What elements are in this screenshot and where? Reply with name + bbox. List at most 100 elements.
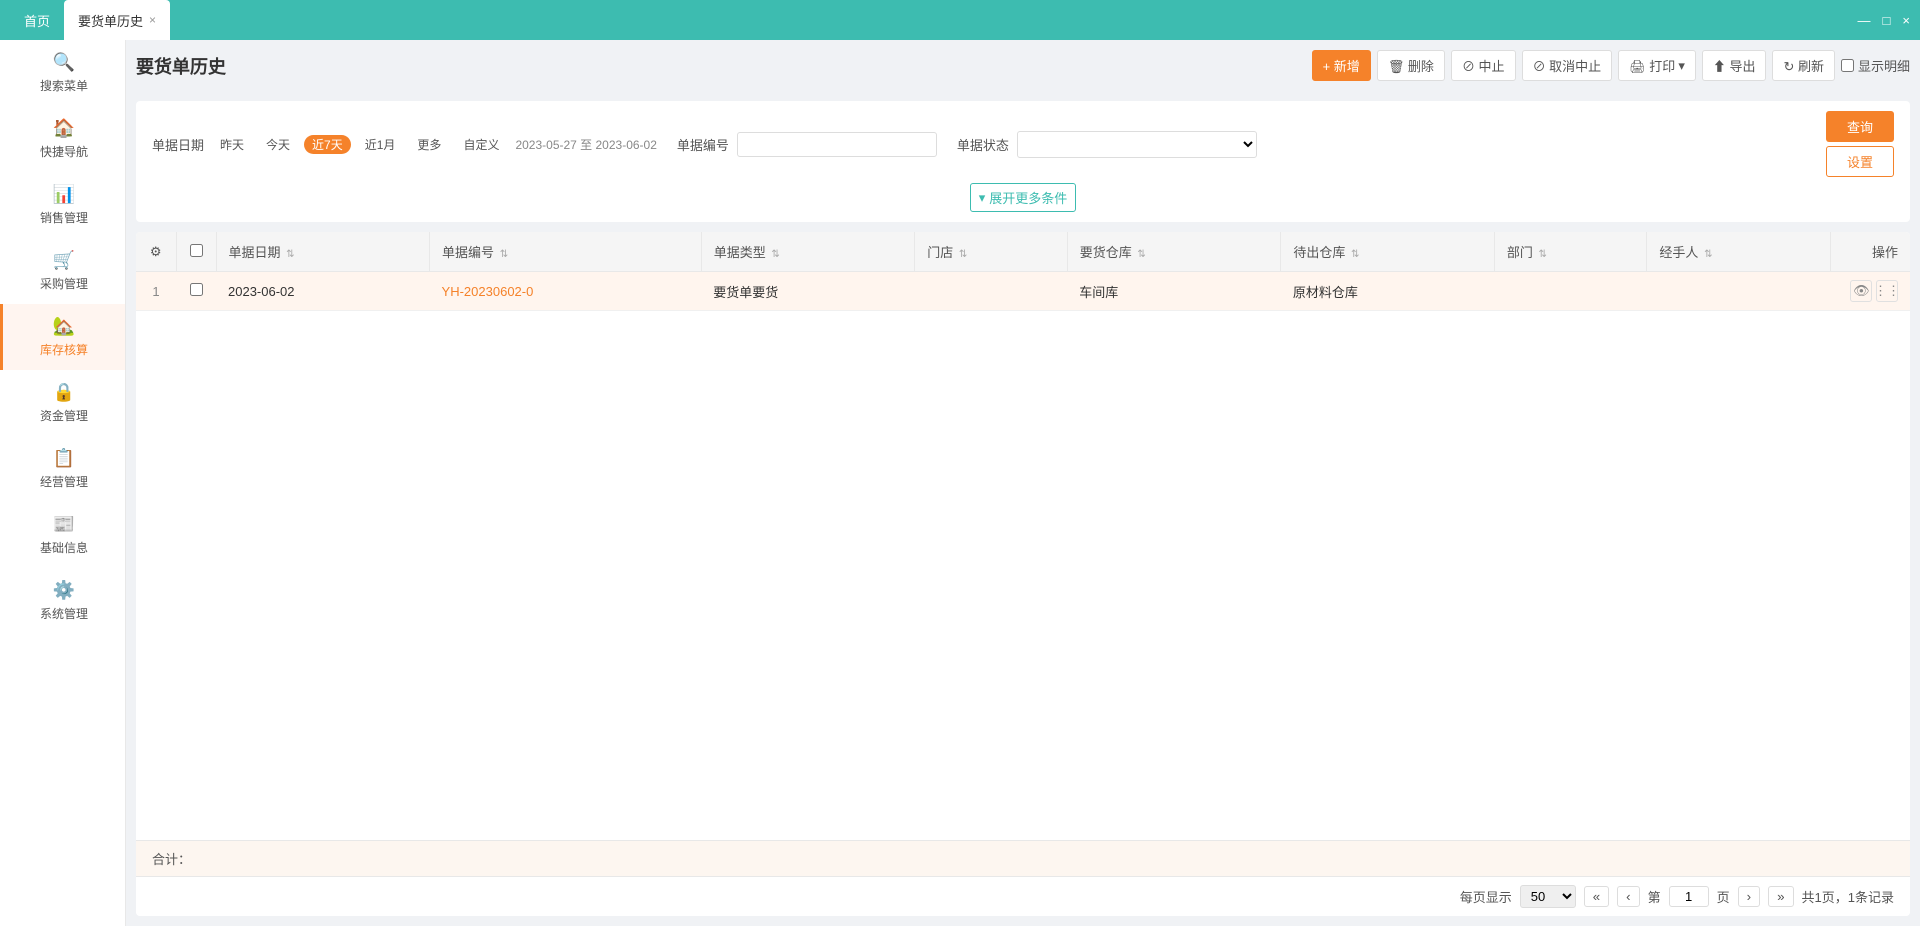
new-button[interactable]: + 新增 (1312, 50, 1371, 81)
row-doctype: 要货单要货 (701, 272, 915, 311)
filter-row-1: 单据日期 昨天 今天 近7天 近1月 更多 自定义 2023-05-27 至 2… (152, 111, 1894, 177)
cancel-stop-button[interactable]: ⊘ 取消中止 (1522, 50, 1613, 81)
select-all-checkbox[interactable] (190, 244, 203, 257)
page-input[interactable] (1669, 886, 1709, 907)
date-btn-yesterday[interactable]: 昨天 (212, 135, 252, 154)
sidebar-item-operation[interactable]: 📋 经营管理 (0, 436, 125, 502)
minimize-icon[interactable]: — (1858, 13, 1871, 28)
view-icon[interactable]: 👁 (1850, 280, 1872, 302)
maximize-icon[interactable]: □ (1883, 13, 1891, 28)
expand-filter-button[interactable]: ▾ 展开更多条件 (970, 183, 1077, 212)
lock-icon: 🔒 (53, 382, 75, 403)
sidebar-item-quick-nav[interactable]: 🏠 快捷导航 (0, 106, 125, 172)
sidebar-item-inventory[interactable]: 🏡 库存核算 (0, 304, 125, 370)
sidebar-label-basic: 基础信息 (40, 539, 88, 556)
date-btn-more[interactable]: 更多 (409, 135, 449, 154)
docno-input[interactable] (737, 132, 937, 157)
last-page-button[interactable]: » (1768, 886, 1793, 907)
print-button[interactable]: 🖨 打印 ▾ (1618, 50, 1696, 81)
status-filter-label: 单据状态 (957, 135, 1009, 154)
date-btn-today[interactable]: 今天 (258, 135, 298, 154)
col-pending-warehouse: 待出仓库 ⇅ (1281, 232, 1495, 272)
sort-req-wh-icon[interactable]: ⇅ (1137, 249, 1145, 260)
first-page-button[interactable]: « (1584, 886, 1609, 907)
tab-purchase-history[interactable]: 要货单历史 × (64, 0, 170, 40)
sidebar-item-system[interactable]: ⚙️ 系统管理 (0, 568, 125, 634)
col-date: 单据日期 ⇅ (216, 232, 430, 272)
col-operation: 操作 (1830, 232, 1910, 272)
display-detail-toggle[interactable]: 显示明细 (1841, 56, 1910, 75)
display-detail-checkbox[interactable] (1841, 59, 1854, 72)
row-num: 1 (136, 272, 176, 311)
home-icon: 🏠 (53, 118, 75, 139)
sidebar-label-system: 系统管理 (40, 605, 88, 622)
docno-filter-label: 单据编号 (677, 135, 729, 154)
main-content: 要货单历史 + 新增 🗑 删除 ⊘ 中止 ⊘ 取消中止 🖨 打印 ▾ (126, 40, 1920, 926)
col-department: 部门 ⇅ (1494, 232, 1647, 272)
sort-pending-wh-icon[interactable]: ⇅ (1351, 249, 1359, 260)
chart-icon: 📊 (53, 184, 75, 205)
date-btn-7days[interactable]: 近7天 (304, 135, 351, 154)
prev-page-button[interactable]: ‹ (1617, 886, 1639, 907)
sidebar-item-finance[interactable]: 🔒 资金管理 (0, 370, 125, 436)
filter-bar: 单据日期 昨天 今天 近7天 近1月 更多 自定义 2023-05-27 至 2… (136, 101, 1910, 222)
row-store (915, 272, 1068, 311)
stop-button[interactable]: ⊘ 中止 (1451, 50, 1516, 81)
sidebar-label-purchase: 采购管理 (40, 275, 88, 292)
col-doctype: 单据类型 ⇅ (701, 232, 915, 272)
sidebar-item-search-menu[interactable]: 🔍 搜索菜单 (0, 40, 125, 106)
sidebar-label-sales: 销售管理 (40, 209, 88, 226)
page-size-select[interactable]: 20 50 100 200 (1520, 885, 1576, 908)
delete-button[interactable]: 🗑 删除 (1377, 50, 1445, 81)
sort-doctype-icon[interactable]: ⇅ (771, 249, 779, 260)
col-settings: ⚙ (136, 232, 176, 272)
status-select[interactable] (1017, 131, 1257, 158)
edit-icon[interactable]: ⋮⋮ (1876, 280, 1898, 302)
date-range-display: 2023-05-27 至 2023-06-02 (515, 136, 656, 153)
clipboard-icon: 📋 (53, 448, 75, 469)
table-footer: 合计： (136, 840, 1910, 876)
query-button[interactable]: 查询 (1826, 111, 1894, 142)
table-empty-space (136, 311, 1910, 840)
next-page-button[interactable]: › (1738, 886, 1760, 907)
row-pending-warehouse: 原材料仓库 (1281, 272, 1495, 311)
tab-home[interactable]: 首页 (10, 0, 64, 40)
sidebar-item-basic[interactable]: 📰 基础信息 (0, 502, 125, 568)
close-window-icon[interactable]: × (1902, 13, 1910, 28)
export-button[interactable]: ⬆ 导出 (1702, 50, 1767, 81)
filter-actions: 查询 设置 (1826, 111, 1894, 177)
refresh-button[interactable]: ↻ 刷新 (1772, 50, 1835, 81)
date-shortcuts: 昨天 今天 近7天 近1月 更多 自定义 (212, 135, 507, 154)
tab-close-icon[interactable]: × (149, 13, 156, 27)
row-req-warehouse: 车间库 (1067, 272, 1281, 311)
status-filter-group: 单据状态 (957, 131, 1257, 158)
date-btn-1month[interactable]: 近1月 (357, 135, 404, 154)
sidebar-label-operation: 经营管理 (40, 473, 88, 490)
sort-handler-icon[interactable]: ⇅ (1704, 249, 1712, 260)
toolbar: + 新增 🗑 删除 ⊘ 中止 ⊘ 取消中止 🖨 打印 ▾ ⬆ 导出 (1312, 50, 1910, 81)
row-checkbox[interactable] (190, 283, 203, 296)
setting-button[interactable]: 设置 (1826, 146, 1894, 177)
row-date: 2023-06-02 (216, 272, 430, 311)
table-container: ⚙ 单据日期 ⇅ 单据编号 ⇅ (136, 232, 1910, 916)
row-handler (1647, 272, 1830, 311)
cart-icon: 🛒 (53, 250, 75, 271)
sort-docno-icon[interactable]: ⇅ (500, 249, 508, 260)
table-row: 1 2023-06-02 YH-20230602-0 要货单要货 车间库 原材料… (136, 272, 1910, 311)
top-bar: 首页 要货单历史 × — □ × (0, 0, 1920, 40)
date-btn-custom[interactable]: 自定义 (455, 135, 507, 154)
data-table: ⚙ 单据日期 ⇅ 单据编号 ⇅ (136, 232, 1910, 311)
sort-date-icon[interactable]: ⇅ (286, 249, 294, 260)
newspaper-icon: 📰 (53, 514, 75, 535)
gear-icon: ⚙️ (53, 580, 75, 601)
sidebar-item-sales[interactable]: 📊 销售管理 (0, 172, 125, 238)
sort-store-icon[interactable]: ⇅ (959, 249, 967, 260)
date-filter-group: 单据日期 昨天 今天 近7天 近1月 更多 自定义 2023-05-27 至 2… (152, 135, 657, 154)
search-icon: 🔍 (53, 52, 75, 73)
chevron-down-icon: ▾ (1678, 58, 1685, 74)
docno-link[interactable]: YH-20230602-0 (442, 284, 534, 299)
sidebar-item-purchase[interactable]: 🛒 采购管理 (0, 238, 125, 304)
sidebar: 🔍 搜索菜单 🏠 快捷导航 📊 销售管理 🛒 采购管理 🏡 库存核算 🔒 资金管… (0, 40, 126, 926)
settings-icon[interactable]: ⚙ (150, 244, 162, 259)
sort-dept-icon[interactable]: ⇅ (1539, 249, 1547, 260)
